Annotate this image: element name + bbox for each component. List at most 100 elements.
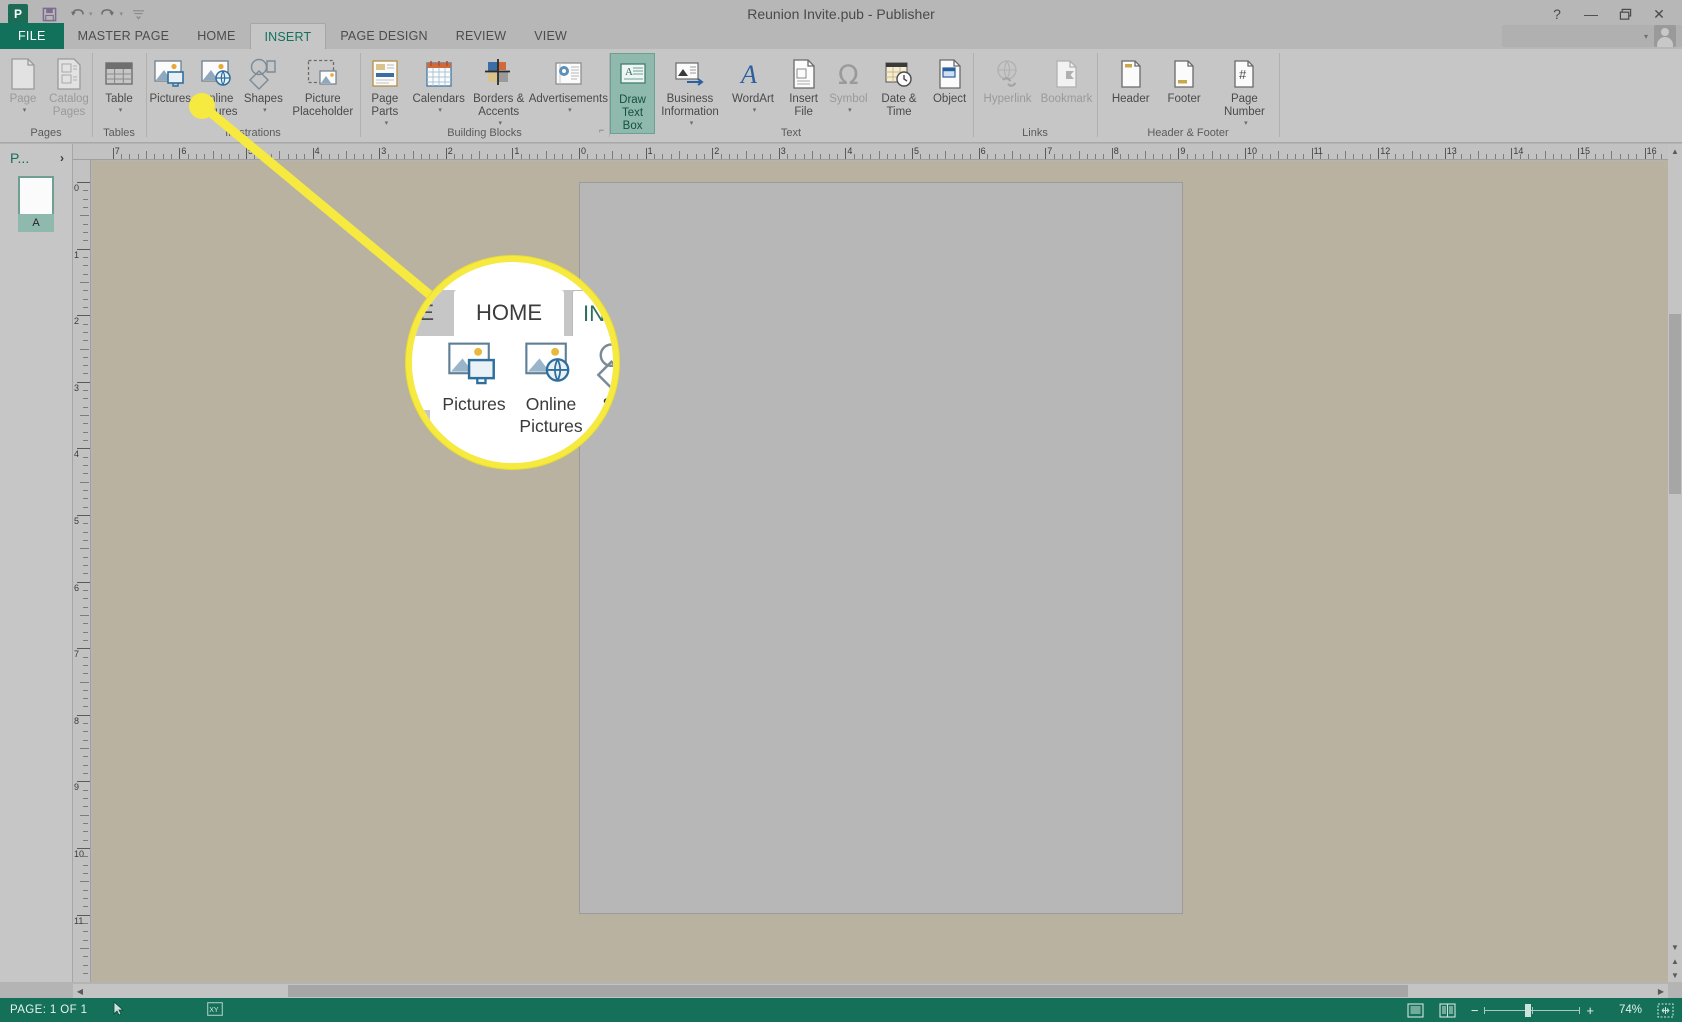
- page-thumbnail[interactable]: A: [18, 176, 54, 232]
- document-canvas[interactable]: [92, 161, 1668, 982]
- table-button[interactable]: Table ▾: [93, 53, 145, 123]
- scroll-up-icon[interactable]: ▲: [1668, 144, 1682, 158]
- vertical-scroll-thumb[interactable]: [1669, 314, 1681, 494]
- account-caret-icon[interactable]: ▾: [1644, 32, 1648, 41]
- wordart-button[interactable]: A WordArt ▾: [725, 53, 781, 123]
- horizontal-scrollbar[interactable]: ◀ ▶: [73, 984, 1668, 998]
- page-number-button[interactable]: # Page Number ▾: [1211, 53, 1278, 127]
- bookmark-button[interactable]: Bookmark: [1037, 53, 1096, 123]
- borders-accents-button[interactable]: Borders & Accents ▾: [469, 53, 529, 127]
- picture-placeholder-button-label: Picture Placeholder: [292, 93, 354, 118]
- draw-text-box-icon: A: [618, 57, 648, 93]
- date-time-button[interactable]: Date & Time: [871, 53, 927, 123]
- redo-icon[interactable]: [95, 3, 121, 25]
- insert-file-button[interactable]: Insert File: [781, 53, 826, 123]
- online-pictures-button[interactable]: Online Pictures: [194, 53, 241, 123]
- ruler-minor-tick: [83, 872, 88, 874]
- zoom-handle[interactable]: [1525, 1003, 1532, 1017]
- catalog-pages-button[interactable]: Catalog Pages: [46, 53, 92, 123]
- tab-insert[interactable]: INSERT: [249, 23, 327, 49]
- business-information-button[interactable]: Business Information ▾: [655, 53, 725, 127]
- calendars-caret-icon[interactable]: ▾: [438, 106, 442, 114]
- ruler-minor-tick: [1061, 154, 1063, 159]
- ruler-minor-tick: [279, 151, 281, 159]
- ruler-minor-tick: [320, 154, 322, 159]
- zoom-in-button[interactable]: +: [1586, 1003, 1594, 1018]
- wordart-caret-icon[interactable]: ▾: [753, 106, 757, 114]
- building-blocks-dialog-launcher[interactable]: ⌐: [599, 125, 604, 135]
- scroll-right-icon[interactable]: ▶: [1654, 984, 1668, 998]
- advertisements-caret-icon[interactable]: ▾: [568, 106, 572, 114]
- symbol-caret-icon[interactable]: ▾: [848, 106, 852, 114]
- vertical-scrollbar[interactable]: ▲ ▼ ▲ ▼: [1668, 144, 1682, 982]
- ruler-label: 10: [74, 849, 85, 859]
- page-indicator[interactable]: PAGE: 1 OF 1: [10, 1004, 87, 1016]
- chevron-right-icon[interactable]: ›: [60, 151, 64, 165]
- fit-page-icon[interactable]: [1656, 1002, 1674, 1018]
- magnified-online-pictures-button[interactable]: Online Pictures: [512, 342, 590, 437]
- advertisements-button[interactable]: Advertisements ▾: [529, 53, 608, 123]
- page-sheet[interactable]: [579, 182, 1183, 914]
- tab-view[interactable]: VIEW: [520, 23, 581, 49]
- ruler-minor-tick: [80, 281, 89, 283]
- calendars-button[interactable]: Calendars ▾: [409, 53, 469, 123]
- hyperlink-button[interactable]: Hyperlink: [978, 53, 1037, 123]
- undo-dropdown-caret[interactable]: ▾: [89, 10, 93, 18]
- ruler-minor-tick: [720, 154, 722, 159]
- tab-review[interactable]: REVIEW: [442, 23, 521, 49]
- ruler-minor-tick: [171, 154, 173, 159]
- page-parts-button[interactable]: Page Parts ▾: [361, 53, 409, 127]
- footer-button-label: Footer: [1167, 93, 1201, 105]
- wordart-icon: A: [738, 56, 768, 92]
- zoom-slider[interactable]: − +: [1471, 1003, 1594, 1018]
- undo-icon[interactable]: [64, 3, 90, 25]
- table-caret-icon[interactable]: ▾: [119, 106, 123, 114]
- horizontal-ruler[interactable]: 7 6 5 4 3 2 1 0 1 2 3 4 5 6 7 8 9 10 11 12 13 14 15 16: [73, 144, 1682, 160]
- ruler-minor-tick: [295, 154, 297, 159]
- zoom-track[interactable]: [1484, 1003, 1581, 1017]
- ruler-minor-tick: [83, 823, 88, 825]
- tab-page-design[interactable]: PAGE DESIGN: [326, 23, 441, 49]
- tab-file[interactable]: FILE: [0, 23, 64, 49]
- symbol-button[interactable]: Ω Symbol ▾: [826, 53, 871, 123]
- ruler-label: 3: [74, 382, 80, 393]
- ruler-minor-tick: [895, 154, 897, 159]
- magnified-tab-home[interactable]: HOME: [454, 290, 564, 336]
- tab-home[interactable]: HOME: [183, 23, 249, 49]
- pictures-button[interactable]: Pictures: [147, 53, 194, 123]
- picture-placeholder-button[interactable]: Picture Placeholder: [287, 53, 359, 123]
- ruler-minor-tick: [1236, 154, 1238, 159]
- object-position-icon[interactable]: XY: [207, 1001, 223, 1019]
- ribbon: Page ▾ Catalog Pages Pages Table ▾ Table…: [0, 49, 1682, 143]
- ruler-label: 0: [74, 183, 80, 193]
- draw-text-box-button[interactable]: A Draw Text Box: [610, 53, 656, 134]
- zoom-level[interactable]: 74%: [1608, 1004, 1642, 1016]
- scroll-left-icon[interactable]: ◀: [73, 984, 87, 998]
- magnified-tab-insert[interactable]: IN: [572, 290, 613, 336]
- scroll-prev-page-icon[interactable]: ▲: [1668, 954, 1682, 968]
- zoom-out-button[interactable]: −: [1471, 1003, 1479, 1018]
- customize-qat-icon[interactable]: [125, 3, 151, 25]
- vertical-ruler[interactable]: 0 1 2 3 4 5 6 7 8 9 10 11: [73, 160, 91, 982]
- avatar[interactable]: [1654, 25, 1676, 47]
- object-button[interactable]: Object: [927, 53, 972, 123]
- save-icon[interactable]: [36, 3, 62, 25]
- shapes-caret-icon[interactable]: ▾: [263, 106, 267, 114]
- ruler-label: 6: [980, 146, 986, 156]
- magnified-pictures-button[interactable]: Pictures: [434, 342, 514, 415]
- redo-dropdown-caret[interactable]: ▾: [120, 10, 124, 18]
- tab-master-page[interactable]: MASTER PAGE: [64, 23, 184, 49]
- page-caret-icon[interactable]: ▾: [23, 106, 27, 114]
- page-button[interactable]: Page ▾: [0, 53, 46, 123]
- page-parts-icon: [369, 56, 401, 92]
- two-page-spread-view-icon[interactable]: [1439, 1002, 1457, 1018]
- scroll-next-page-icon[interactable]: ▼: [1668, 968, 1682, 982]
- horizontal-scroll-thumb[interactable]: [288, 985, 1408, 997]
- ruler-minor-tick: [1519, 154, 1521, 159]
- single-page-view-icon[interactable]: [1407, 1002, 1425, 1018]
- scroll-down-icon[interactable]: ▼: [1668, 940, 1682, 954]
- ribbon-tab-strip: FILE MASTER PAGE HOME INSERT PAGE DESIGN…: [0, 23, 1682, 49]
- shapes-button[interactable]: Shapes ▾: [240, 53, 287, 123]
- footer-button[interactable]: Footer: [1157, 53, 1210, 123]
- header-button[interactable]: Header: [1104, 53, 1157, 123]
